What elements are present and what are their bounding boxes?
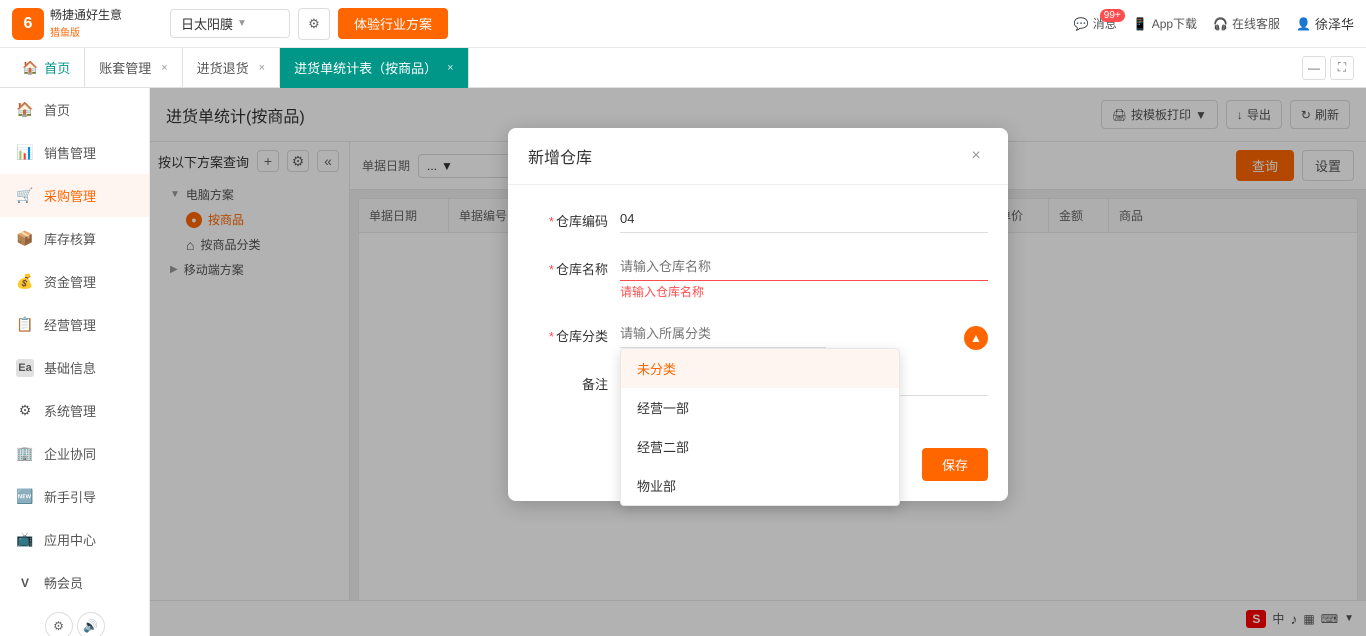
tab-accounts[interactable]: 账套管理 × [85, 48, 182, 88]
gear-icon: ⚙ [308, 16, 320, 32]
purchase-icon: 🛒 [16, 187, 34, 205]
form-row-name: 仓库名称 请输入仓库名称 [528, 253, 988, 300]
tab-close-purchase-return[interactable]: × [259, 62, 265, 74]
message-badge: 99+ [1100, 9, 1125, 22]
home-icon: 🏠 [16, 101, 34, 119]
system-icon: ⚙ [16, 402, 34, 420]
home-icon: 🏠 [22, 60, 38, 76]
operations-icon: 📋 [16, 316, 34, 334]
tab-close-purchase-stats[interactable]: × [447, 62, 453, 74]
user-avatar-icon: 👤 [1296, 17, 1311, 31]
name-error-message: 请输入仓库名称 [620, 283, 988, 300]
modal-title: 新增仓库 [528, 144, 592, 168]
tab-purchase-return[interactable]: 进货退货 × [183, 48, 280, 88]
tab-purchase-stats[interactable]: 进货单统计表（按商品） × [280, 48, 468, 88]
logo-area: 6 畅捷通好生意 猎鱼版 [12, 8, 162, 40]
app-logo-icon: 6 [12, 8, 44, 40]
dropdown-item-dept3[interactable]: 物业部 [621, 466, 899, 505]
headset-icon: 🎧 [1213, 17, 1228, 31]
guide-icon: 🆕 [16, 488, 34, 506]
chevron-down-icon: ▼ [237, 18, 247, 29]
category-dropdown: 未分类 经营一部 经营二部 物业部 [620, 348, 900, 506]
form-row-category: 仓库分类 ▲ 未分类 经营一部 经营二部 物业部 [528, 320, 988, 348]
name-input[interactable] [620, 253, 988, 281]
notes-label: 备注 [528, 368, 608, 393]
sidebar-settings-button[interactable]: ⚙ [45, 612, 73, 636]
sidebar-item-guide[interactable]: 🆕 新手引导 [0, 475, 149, 518]
vip-icon: V [16, 574, 34, 592]
sidebar-item-purchase[interactable]: 🛒 采购管理 [0, 174, 149, 217]
online-service-button[interactable]: 🎧 在线客服 [1213, 15, 1280, 32]
sidebar-item-system[interactable]: ⚙ 系统管理 [0, 389, 149, 432]
modal-body: 仓库编码 仓库名称 请输入仓库名称 仓库分类 [508, 185, 1008, 436]
logo-text: 畅捷通好生意 [50, 8, 122, 24]
tab-maximize-button[interactable]: ⛶ [1330, 56, 1354, 80]
name-label: 仓库名称 [528, 253, 608, 278]
form-row-code: 仓库编码 [528, 205, 988, 233]
sidebar-item-app-center[interactable]: 📺 应用中心 [0, 518, 149, 561]
header-right: 💬 消息 99+ 📱 App下载 🎧 在线客服 👤 徐泽华 [1074, 14, 1354, 33]
user-name: 徐泽华 [1315, 14, 1354, 33]
sidebar-item-inventory[interactable]: 📦 库存核算 [0, 217, 149, 260]
tab-home[interactable]: 🏠 首页 [8, 48, 85, 88]
dropdown-item-none[interactable]: 未分类 [621, 349, 899, 388]
tab-close-accounts[interactable]: × [161, 62, 167, 74]
logo-text-area: 畅捷通好生意 猎鱼版 [50, 8, 122, 39]
logo-sub: 猎鱼版 [50, 24, 122, 39]
modal-close-button[interactable]: × [964, 144, 988, 168]
category-select-wrapper: ▲ 未分类 经营一部 经营二部 物业部 [620, 320, 988, 348]
sidebar-item-operations[interactable]: 📋 经营管理 [0, 303, 149, 346]
code-input[interactable] [620, 205, 988, 233]
dropdown-item-dept2[interactable]: 经营二部 [621, 427, 899, 466]
inventory-icon: 📦 [16, 230, 34, 248]
trial-button[interactable]: 体验行业方案 [338, 8, 448, 39]
sidebar: 🏠 首页 📊 销售管理 🛒 采购管理 📦 库存核算 💰 资金管理 📋 经营管理 … [0, 88, 150, 636]
main-layout: 🏠 首页 📊 销售管理 🛒 采购管理 📦 库存核算 💰 资金管理 📋 经营管理 … [0, 88, 1366, 636]
top-header: 6 畅捷通好生意 猎鱼版 日太阳膜 ▼ ⚙ 体验行业方案 💬 消息 99+ 📱 … [0, 0, 1366, 48]
enterprise-icon: 🏢 [16, 445, 34, 463]
store-name: 日太阳膜 [181, 14, 233, 33]
user-area[interactable]: 👤 徐泽华 [1296, 14, 1354, 33]
basic-info-icon: Ea [16, 359, 34, 377]
category-input[interactable] [620, 320, 826, 348]
modal-overlay[interactable]: 新增仓库 × 仓库编码 仓库名称 请输入仓库名称 [150, 88, 1366, 636]
message-icon: 💬 [1074, 17, 1089, 31]
sidebar-item-finance[interactable]: 💰 资金管理 [0, 260, 149, 303]
modal-header: 新增仓库 × [508, 128, 1008, 185]
name-input-wrapper: 请输入仓库名称 [620, 253, 988, 300]
sidebar-item-sales[interactable]: 📊 销售管理 [0, 131, 149, 174]
sales-icon: 📊 [16, 144, 34, 162]
messages-button[interactable]: 💬 消息 99+ [1074, 15, 1117, 32]
tab-minimize-button[interactable]: — [1302, 56, 1326, 80]
app-download-button[interactable]: 📱 App下载 [1133, 15, 1197, 32]
new-warehouse-modal: 新增仓库 × 仓库编码 仓库名称 请输入仓库名称 [508, 128, 1008, 501]
content-area: 进货单统计(按商品) 🖨 按模板打印 ▼ ↓ 导出 ↻ 刷新 [150, 88, 1366, 636]
mobile-icon: 📱 [1133, 17, 1148, 31]
tab-actions: — ⛶ [1302, 56, 1358, 80]
sidebar-item-vip[interactable]: V 畅会员 [0, 561, 149, 604]
code-label: 仓库编码 [528, 205, 608, 230]
store-selector[interactable]: 日太阳膜 ▼ [170, 9, 290, 38]
tab-bar: 🏠 首页 账套管理 × 进货退货 × 进货单统计表（按商品） × — ⛶ [0, 48, 1366, 88]
category-arrow-button[interactable]: ▲ [964, 326, 988, 350]
sidebar-bottom: ⚙ 🔊 [0, 604, 149, 636]
settings-button[interactable]: ⚙ [298, 8, 330, 40]
sidebar-item-home[interactable]: 🏠 首页 [0, 88, 149, 131]
sidebar-item-basic-info[interactable]: Ea 基础信息 [0, 346, 149, 389]
sidebar-item-enterprise[interactable]: 🏢 企业协同 [0, 432, 149, 475]
category-label: 仓库分类 [528, 320, 608, 345]
finance-icon: 💰 [16, 273, 34, 291]
sidebar-audio-button[interactable]: 🔊 [77, 612, 105, 636]
save-button[interactable]: 保存 [922, 448, 988, 481]
dropdown-item-dept1[interactable]: 经营一部 [621, 388, 899, 427]
app-center-icon: 📺 [16, 531, 34, 549]
